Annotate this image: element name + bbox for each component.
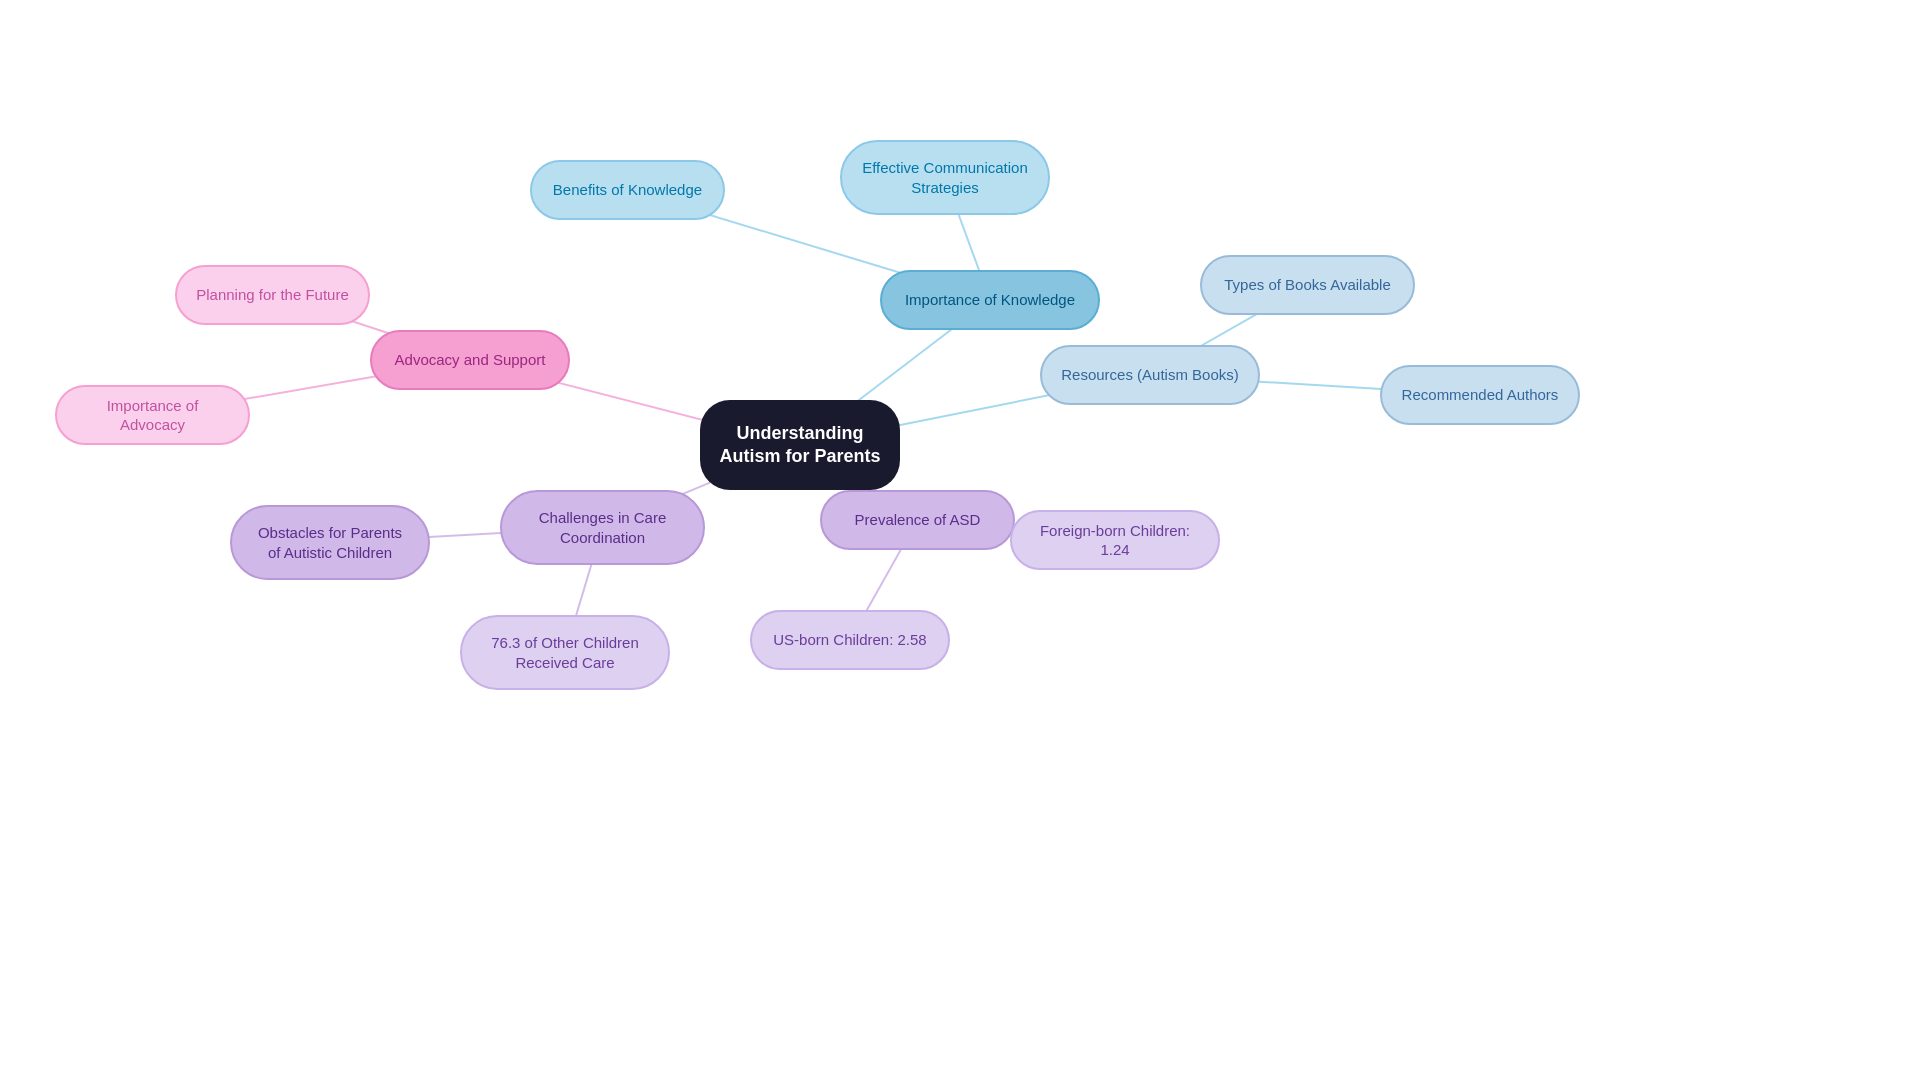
node-obstacles-parents: Obstacles for Parents of Autistic Childr… [230,505,430,580]
node-prevalence-asd: Prevalence of ASD [820,490,1015,550]
node-foreign-born: Foreign-born Children: 1.24 [1010,510,1220,570]
node-challenges-care: Challenges in Care Coordination [500,490,705,565]
node-effective-communication: Effective Communication Strategies [840,140,1050,215]
node-resources-autism: Resources (Autism Books) [1040,345,1260,405]
center-node: Understanding Autism for Parents [700,400,900,490]
node-benefits-knowledge: Benefits of Knowledge [530,160,725,220]
node-types-books: Types of Books Available [1200,255,1415,315]
node-importance-knowledge: Importance of Knowledge [880,270,1100,330]
mind-map: Understanding Autism for Parents Importan… [0,0,1920,1083]
node-76-children: 76.3 of Other Children Received Care [460,615,670,690]
node-recommended-authors: Recommended Authors [1380,365,1580,425]
node-us-born: US-born Children: 2.58 [750,610,950,670]
node-importance-advocacy: Importance of Advocacy [55,385,250,445]
node-planning-future: Planning for the Future [175,265,370,325]
node-advocacy-support: Advocacy and Support [370,330,570,390]
